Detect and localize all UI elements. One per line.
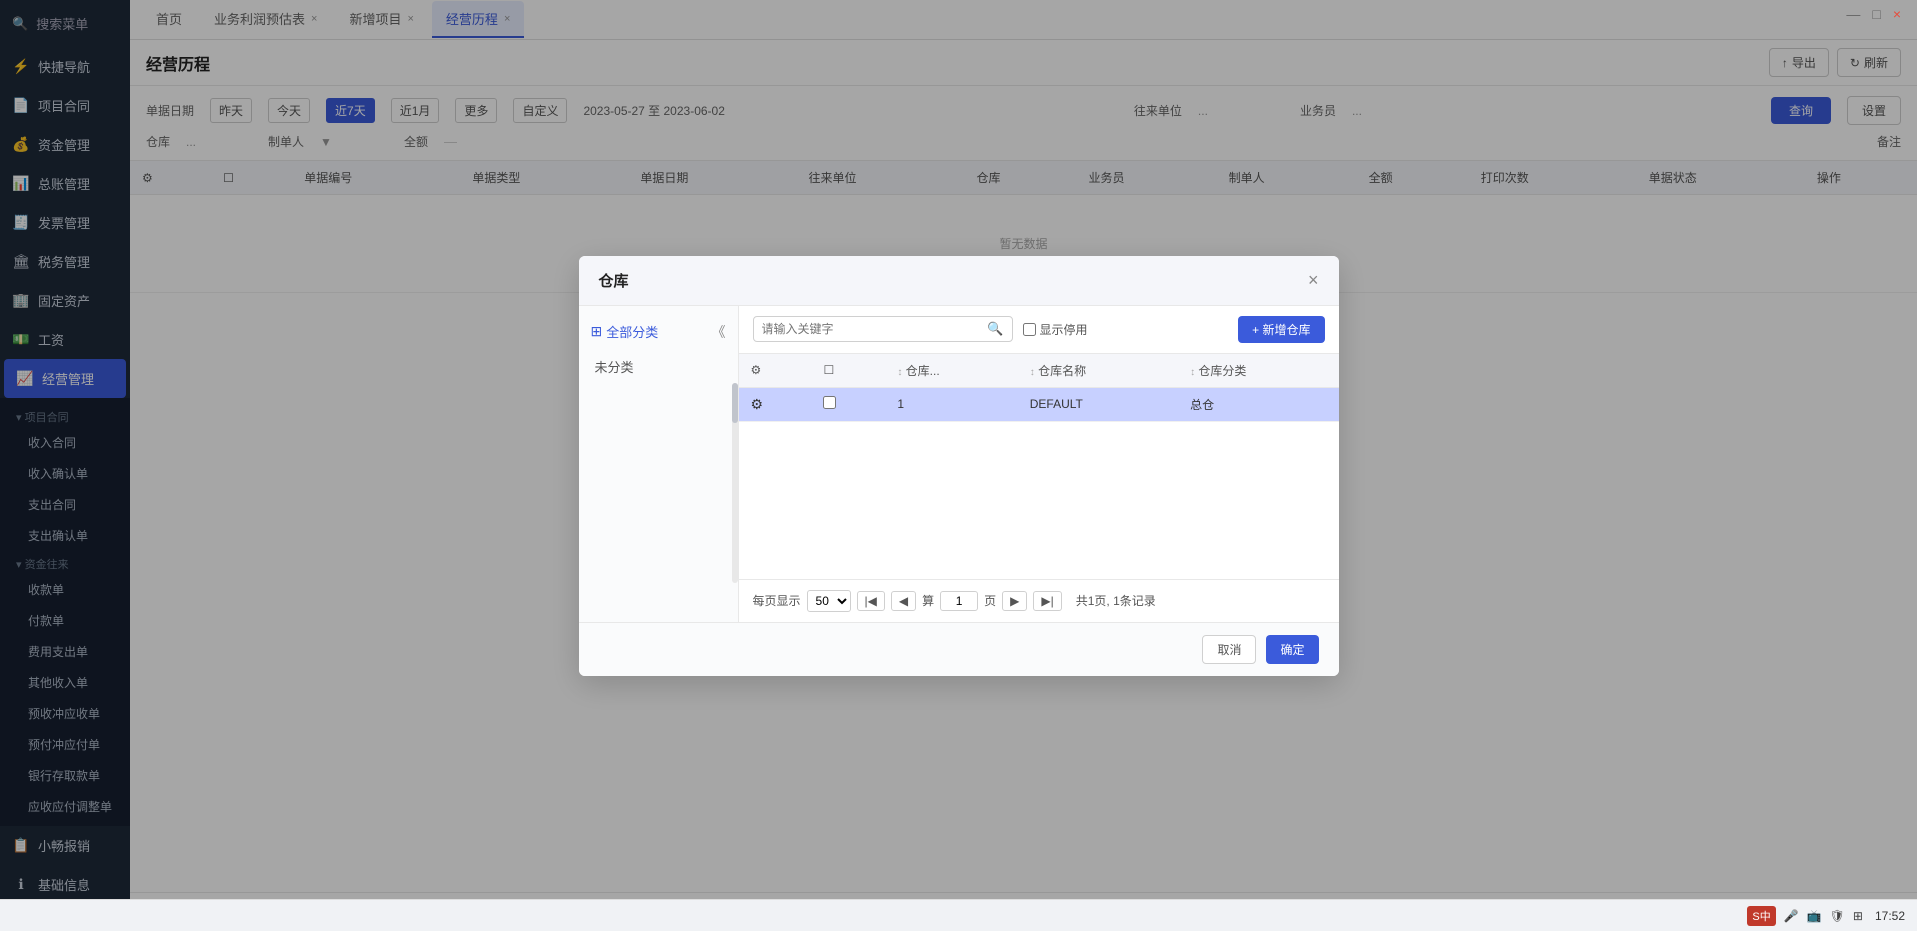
modal-data-table: ⚙ ☐ ↕ 仓库... ↕ 仓库名称 ↕ [739, 354, 1339, 422]
modal-confirm-btn[interactable]: 确定 [1266, 635, 1318, 664]
maximize-btn[interactable]: □ [1872, 6, 1880, 22]
taskbar: S中 🎤 📺 🛡 ⊞ 17:52 [0, 899, 1917, 931]
modal-table-header-row: ⚙ ☐ ↕ 仓库... ↕ 仓库名称 ↕ [739, 354, 1339, 388]
sort-icon-category: ↕ [1190, 367, 1195, 378]
left-panel-unclassified[interactable]: 未分类 [579, 350, 738, 383]
grid-icon: ⊞ [591, 323, 603, 340]
modal-search-icon: 🔍 [987, 321, 1003, 337]
modal-col-code: ↕ 仓库... [885, 354, 1017, 388]
modal-page-word: 算 [922, 592, 934, 609]
row-name: 总仓 [1178, 387, 1338, 421]
modal-page-label: 页 [984, 592, 996, 609]
modal-col-settings: ⚙ [739, 354, 812, 388]
minimize-btn[interactable]: — [1846, 6, 1860, 22]
modal-close-btn[interactable]: × [1308, 270, 1319, 291]
modal-per-page-select[interactable]: 50 [807, 590, 851, 612]
modal-col-category: ↕ 仓库分类 [1178, 354, 1338, 388]
add-warehouse-btn[interactable]: + 新增仓库 [1238, 316, 1324, 343]
taskbar-icons: S中 🎤 📺 🛡 ⊞ [1747, 906, 1863, 926]
modal-search-input[interactable] [762, 322, 982, 336]
taskbar-icon-1: S中 [1747, 906, 1775, 926]
taskbar-shield-icon: 🛡 [1830, 909, 1845, 923]
row-settings-btn[interactable]: ⚙ [739, 387, 812, 421]
modal-prev-page-btn[interactable]: ◀ [891, 591, 916, 611]
modal-per-page-label: 每页显示 [753, 592, 801, 609]
modal-right-panel: 🔍 显示停用 + 新增仓库 ⚙ ☐ ↕ [739, 306, 1339, 622]
modal-pagination: 每页显示 50 |◀ ◀ 算 页 ▶ ▶| 共1页, 1条记录 [739, 579, 1339, 622]
modal-next-page-btn[interactable]: ▶ [1002, 591, 1027, 611]
all-categories-btn[interactable]: ⊞ 全部分类 [591, 322, 659, 341]
modal-total-label: 共1页, 1条记录 [1076, 592, 1156, 609]
modal-first-page-btn[interactable]: |◀ [857, 591, 885, 611]
sort-icon-code: ↕ [897, 367, 902, 378]
settings-icon: ⚙ [751, 363, 762, 377]
modal-last-page-btn[interactable]: ▶| [1033, 591, 1061, 611]
modal-page-input[interactable] [940, 591, 978, 611]
row-id: 1 [885, 387, 1017, 421]
taskbar-more-icon: ⊞ [1853, 909, 1863, 923]
modal-col-checkbox: ☐ [811, 354, 885, 388]
collapse-left-panel-btn[interactable]: 《 [712, 322, 726, 342]
modal-col-name: ↕ 仓库名称 [1018, 354, 1178, 388]
taskbar-screen-icon: 📺 [1807, 909, 1822, 923]
modal-left-panel: ⊞ 全部分类 《 未分类 [579, 306, 739, 622]
taskbar-time: 17:52 [1875, 909, 1905, 923]
taskbar-mic-icon: 🎤 [1784, 909, 1799, 923]
modal-toolbar: 🔍 显示停用 + 新增仓库 [739, 306, 1339, 354]
row-checkbox[interactable] [823, 396, 836, 409]
modal-body: ⊞ 全部分类 《 未分类 🔍 [579, 306, 1339, 622]
show-disabled-checkbox-label[interactable]: 显示停用 [1023, 321, 1088, 338]
row-code: DEFAULT [1018, 387, 1178, 421]
sort-icon-name: ↕ [1030, 367, 1035, 378]
modal-cancel-btn[interactable]: 取消 [1202, 635, 1256, 664]
close-window-btn[interactable]: × [1893, 6, 1901, 22]
modal-title: 仓库 [599, 270, 629, 291]
left-panel-header: ⊞ 全部分类 《 [579, 316, 738, 350]
warehouse-modal: 仓库 × ⊞ 全部分类 《 未分类 [579, 256, 1339, 676]
modal-header: 仓库 × [579, 256, 1339, 306]
row-checkbox-cell[interactable] [811, 387, 885, 421]
show-disabled-checkbox[interactable] [1023, 323, 1036, 336]
modal-search-box: 🔍 [753, 316, 1013, 342]
modal-footer: 取消 确定 [579, 622, 1339, 676]
table-row[interactable]: ⚙ 1 DEFAULT 总仓 [739, 387, 1339, 421]
modal-table-container: ⚙ ☐ ↕ 仓库... ↕ 仓库名称 ↕ [739, 354, 1339, 579]
